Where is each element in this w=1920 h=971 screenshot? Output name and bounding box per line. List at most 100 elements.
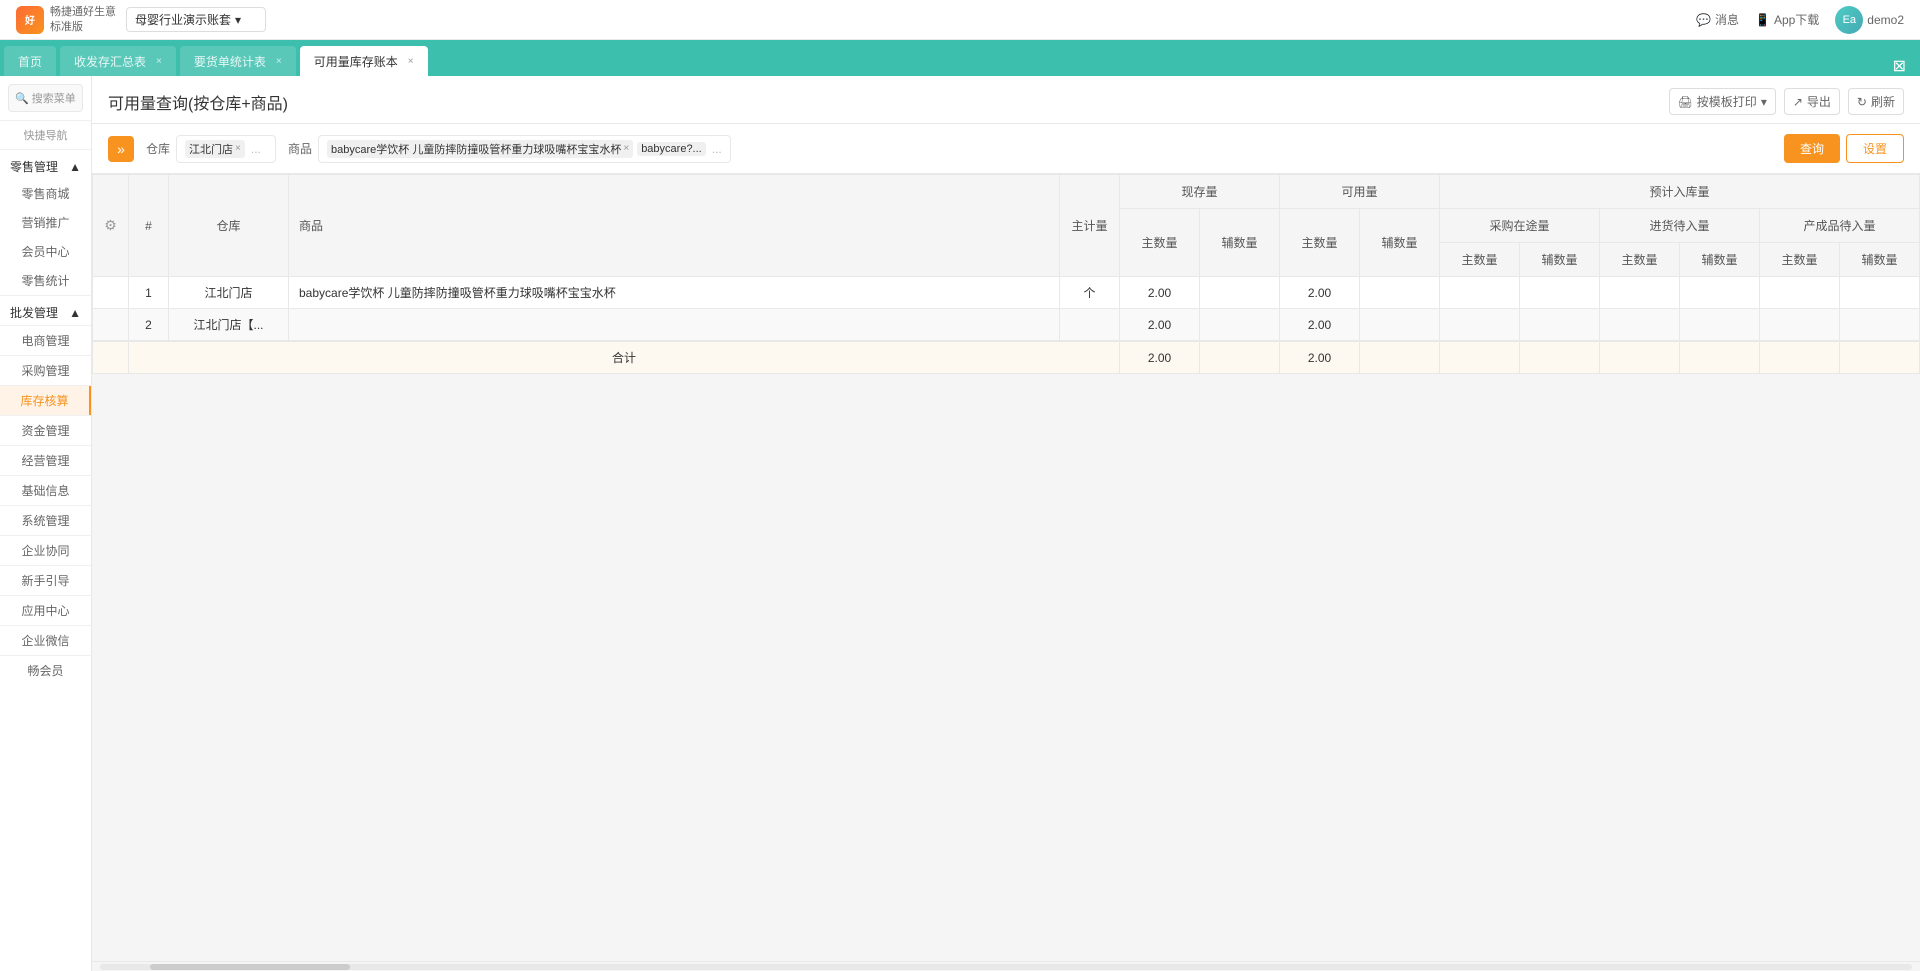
tab-close-icon[interactable]: × xyxy=(408,56,414,67)
settings-column-header[interactable]: ⚙ xyxy=(93,175,129,277)
sidebar-item-quick-nav[interactable]: 快捷导航 xyxy=(0,121,91,149)
page-actions: 🖨 按模板打印 ▾ ↗ 导出 ↻ 刷新 xyxy=(1669,88,1904,115)
sidebar-item-member[interactable]: 会员中心 xyxy=(0,237,91,266)
row-production-aux-cell xyxy=(1840,309,1920,342)
app-download-button[interactable]: 📱 App下载 xyxy=(1755,11,1819,28)
close-all-tabs-button[interactable]: ⊠ xyxy=(1887,56,1912,76)
purchase-aux-header: 辅数量 xyxy=(1520,243,1600,277)
row-production-main-cell xyxy=(1760,309,1840,342)
tab-close-icon[interactable]: × xyxy=(276,56,282,67)
row-available-aux-cell xyxy=(1360,277,1440,309)
scrollbar-area xyxy=(92,961,1920,971)
sidebar-item-finance[interactable]: 资金管理 xyxy=(0,416,91,445)
row-seq-cell: 1 xyxy=(129,277,169,309)
sidebar-item-basic-info[interactable]: 基础信息 xyxy=(0,476,91,505)
sidebar-section-retail-header[interactable]: 零售管理 ▲ xyxy=(0,150,91,179)
remove-product-tag-1-button[interactable]: × xyxy=(623,143,629,154)
message-button[interactable]: 💬 消息 xyxy=(1696,11,1739,28)
available-main-header: 主数量 xyxy=(1280,209,1360,277)
scrollbar-thumb[interactable] xyxy=(150,964,350,970)
row-seq-cell: 2 xyxy=(129,309,169,342)
sidebar-item-app-center[interactable]: 应用中心 xyxy=(0,596,91,625)
unit-header: 主计量 xyxy=(1060,175,1120,277)
sidebar-search-area: 🔍 搜索菜单 xyxy=(0,76,91,121)
settings-button[interactable]: 设置 xyxy=(1846,134,1904,163)
product-filter-input[interactable]: babycare学饮杯 儿童防摔防撞吸管杯重力球吸嘴杯宝宝水杯 × babyca… xyxy=(318,135,731,163)
chevron-down-icon: ▾ xyxy=(1761,95,1767,109)
sidebar-section-finance: 资金管理 xyxy=(0,415,91,445)
print-button[interactable]: 🖨 按模板打印 ▾ xyxy=(1669,88,1776,115)
sidebar-section-wechat: 企业微信 xyxy=(0,625,91,655)
query-button[interactable]: 查询 xyxy=(1784,134,1840,163)
tab-summary[interactable]: 收发存汇总表 × xyxy=(60,46,176,76)
sidebar-item-marketing[interactable]: 营销推广 xyxy=(0,208,91,237)
warehouse-filter-input[interactable]: 江北门店 × ... xyxy=(176,135,276,163)
export-button[interactable]: ↗ 导出 xyxy=(1784,88,1840,115)
product-filter-label: 商品 xyxy=(288,140,312,157)
sidebar-item-collab[interactable]: 企业协同 xyxy=(0,536,91,565)
tab-available-stock[interactable]: 可用量库存账本 × xyxy=(300,46,428,76)
product-tag-1: babycare学饮杯 儿童防摔防撞吸管杯重力球吸嘴杯宝宝水杯 × xyxy=(327,140,633,158)
warehouse-header: 仓库 xyxy=(169,175,289,277)
row-settings-cell xyxy=(93,309,129,342)
sidebar-item-operations[interactable]: 经营管理 xyxy=(0,446,91,475)
refresh-button[interactable]: ↻ 刷新 xyxy=(1848,88,1904,115)
footer-purchase-aux-cell xyxy=(1520,341,1600,374)
sidebar-item-inventory[interactable]: 库存核算 xyxy=(0,386,91,415)
product-tag-2: babycare?... xyxy=(637,142,706,156)
stock-group-header: 现存量 xyxy=(1120,175,1280,209)
sidebar-item-retail-mall[interactable]: 零售商城 xyxy=(0,179,91,208)
row-purchase-main-cell xyxy=(1440,309,1520,342)
sidebar-item-wechat[interactable]: 企业微信 xyxy=(0,626,91,655)
sidebar-item-retail-stats[interactable]: 零售统计 xyxy=(0,266,91,295)
row-stock-aux-cell xyxy=(1200,277,1280,309)
footer-settings-cell xyxy=(93,341,129,374)
purchase-main-header: 主数量 xyxy=(1440,243,1520,277)
available-group-header: 可用量 xyxy=(1280,175,1440,209)
sidebar-item-system[interactable]: 系统管理 xyxy=(0,506,91,535)
footer-production-main-cell xyxy=(1760,341,1840,374)
sidebar-item-purchase[interactable]: 采购管理 xyxy=(0,356,91,385)
table-row: 2 江北门店【... 2.00 2.00 xyxy=(93,309,1920,342)
warehouse-filter-label: 仓库 xyxy=(146,140,170,157)
row-available-aux-cell xyxy=(1360,309,1440,342)
row-production-aux-cell xyxy=(1840,277,1920,309)
footer-row: 合计 2.00 2.00 xyxy=(93,341,1920,374)
user-menu[interactable]: Ea demo2 xyxy=(1835,6,1904,34)
table-area: ⚙ # 仓库 商品 主计量 现存量 可用量 预计入库量 主数量 辅 xyxy=(92,174,1920,961)
sidebar-item-ecommerce[interactable]: 电商管理 xyxy=(0,326,91,355)
nav-tabs: 首页 收发存汇总表 × 要货单统计表 × 可用量库存账本 × ⊠ xyxy=(0,40,1920,76)
filter-dots: ... xyxy=(251,142,261,156)
message-icon: 💬 xyxy=(1696,13,1711,27)
scrollbar-track xyxy=(100,964,1912,970)
available-aux-header: 辅数量 xyxy=(1360,209,1440,277)
row-available-main-cell: 2.00 xyxy=(1280,309,1360,342)
logo-area: 好 畅捷通好生意 标准版 xyxy=(16,5,116,34)
footer-stock-main-cell: 2.00 xyxy=(1120,341,1200,374)
footer-arrival-aux-cell xyxy=(1680,341,1760,374)
avatar: Ea xyxy=(1835,6,1863,34)
store-selector[interactable]: 母婴行业演示账套 ▾ xyxy=(126,7,266,32)
sidebar-section-operations: 经营管理 xyxy=(0,445,91,475)
sidebar-section-wholesale-header[interactable]: 批发管理 ▲ xyxy=(0,296,91,325)
refresh-icon: ↻ xyxy=(1857,95,1867,109)
tab-home[interactable]: 首页 xyxy=(4,46,56,76)
search-menu-button[interactable]: 🔍 搜索菜单 xyxy=(8,84,83,112)
data-table: ⚙ # 仓库 商品 主计量 现存量 可用量 预计入库量 主数量 辅 xyxy=(92,174,1920,374)
sidebar-item-vip[interactable]: 畅会员 xyxy=(0,656,91,685)
table-row: 1 江北门店 babycare学饮杯 儿童防摔防撞吸管杯重力球吸嘴杯宝宝水杯 个… xyxy=(93,277,1920,309)
arrival-aux-header: 辅数量 xyxy=(1680,243,1760,277)
sidebar-section-wholesale: 批发管理 ▲ xyxy=(0,295,91,325)
remove-warehouse-tag-button[interactable]: × xyxy=(235,143,241,154)
footer-arrival-main-cell xyxy=(1600,341,1680,374)
sidebar-item-guide[interactable]: 新手引导 xyxy=(0,566,91,595)
filter-bar: » 仓库 江北门店 × ... 商品 babycare学饮杯 儿童防摔防撞吸管杯… xyxy=(92,124,1920,174)
chevron-down-icon: ▾ xyxy=(235,13,241,27)
arrival-main-header: 主数量 xyxy=(1600,243,1680,277)
filter-expand-button[interactable]: » xyxy=(108,136,134,162)
row-warehouse-cell: 江北门店【... xyxy=(169,309,289,342)
footer-available-main-cell: 2.00 xyxy=(1280,341,1360,374)
sidebar-section-system: 系统管理 xyxy=(0,505,91,535)
tab-order-stats[interactable]: 要货单统计表 × xyxy=(180,46,296,76)
tab-close-icon[interactable]: × xyxy=(156,56,162,67)
